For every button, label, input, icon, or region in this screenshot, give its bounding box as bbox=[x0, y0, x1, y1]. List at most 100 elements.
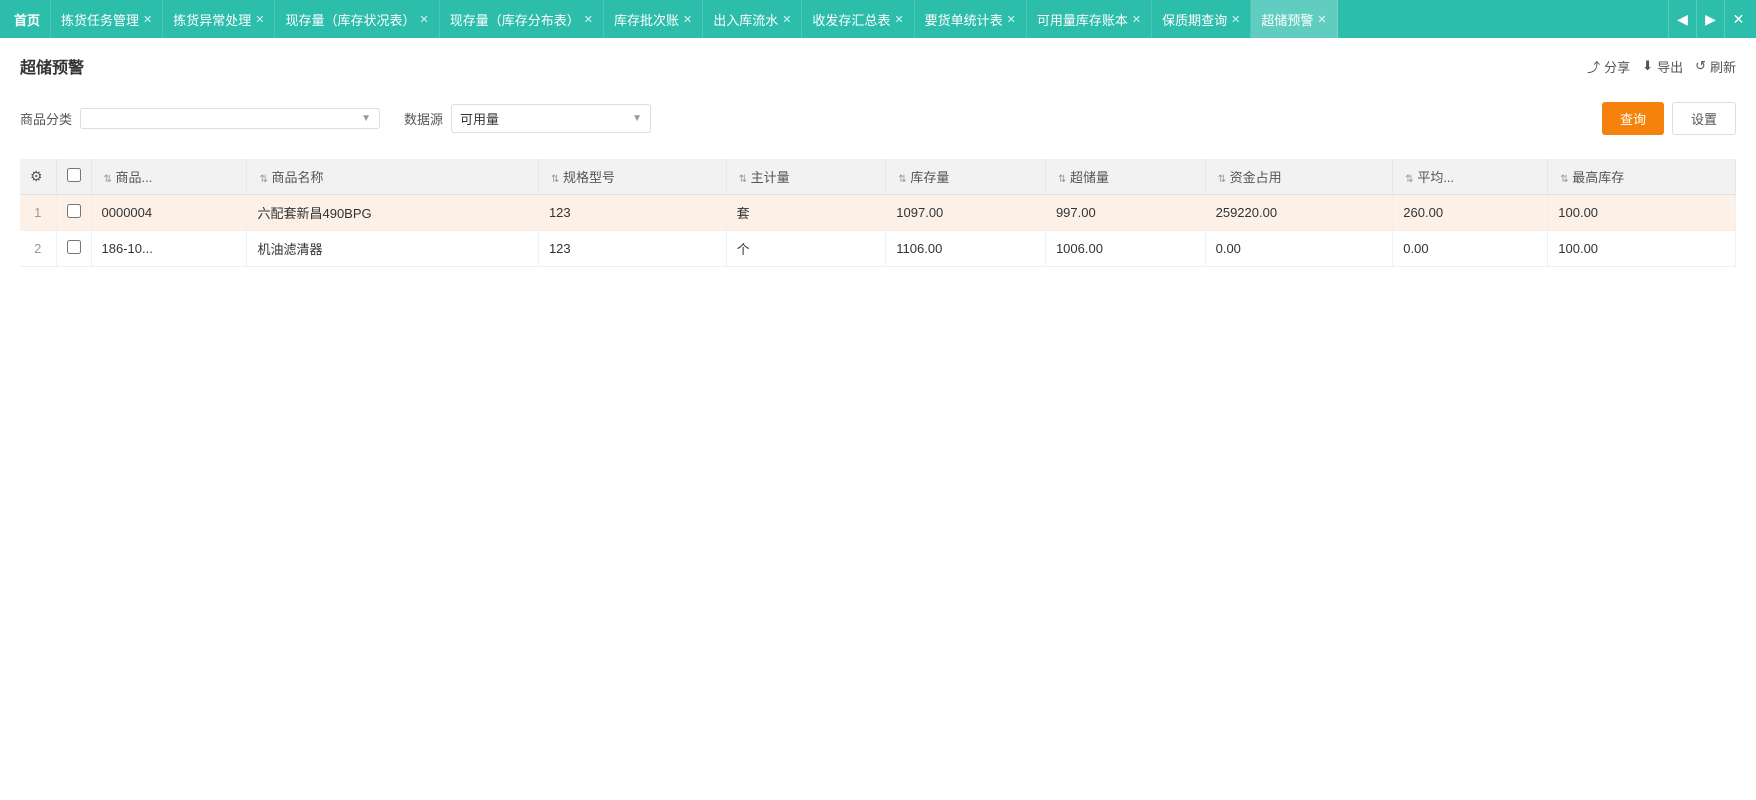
row-spec: 123 bbox=[538, 231, 726, 267]
category-chevron-icon: ▼ bbox=[361, 113, 371, 124]
nav-item-home[interactable]: 首页 bbox=[4, 0, 51, 38]
sort-icon: ⇅ bbox=[1218, 174, 1226, 185]
page-title: 超储预警 bbox=[20, 54, 84, 78]
row-max-stock: 100.00 bbox=[1548, 231, 1736, 267]
row-spec: 123 bbox=[538, 195, 726, 231]
row-avg: 0.00 bbox=[1393, 231, 1548, 267]
nav-close-arrow[interactable]: ✕ bbox=[1724, 0, 1752, 38]
sort-icon: ⇅ bbox=[259, 174, 267, 185]
row-product-name: 机油滤清器 bbox=[247, 231, 538, 267]
page-content: 超储预警 ⤴ 分享 ⬇ 导出 ↺ 刷新 商品分类 ▼ 数据源 bbox=[0, 38, 1756, 800]
close-recv-send[interactable]: ✕ bbox=[894, 13, 903, 26]
query-button[interactable]: 查询 bbox=[1602, 102, 1664, 135]
row-checkbox[interactable] bbox=[67, 240, 81, 254]
row-product-code: 186-10... bbox=[91, 231, 247, 267]
data-table: ⚙ ⇅ 商品... ⇅ 商品名称 ⇅ 规格型号 ⇅ bbox=[20, 159, 1736, 267]
table-header-settings[interactable]: ⚙ bbox=[20, 159, 56, 195]
nav-arrows: ◀ ▶ ✕ bbox=[1668, 0, 1752, 38]
header-actions: ⤴ 分享 ⬇ 导出 ↺ 刷新 bbox=[1587, 57, 1736, 76]
close-task-mgmt[interactable]: ✕ bbox=[143, 13, 152, 26]
nav-item-task-mgmt[interactable]: 拣货任务管理 ✕ bbox=[51, 0, 163, 38]
nav-item-available-inv[interactable]: 可用量库存账本 ✕ bbox=[1027, 0, 1152, 38]
row-checkbox-cell[interactable] bbox=[56, 231, 91, 267]
row-unit: 个 bbox=[726, 231, 886, 267]
filter-actions: 查询 设置 bbox=[1602, 102, 1736, 135]
nav-item-overstock-warning[interactable]: 超储预警 ✕ bbox=[1251, 0, 1337, 38]
nav-item-inventory-dist[interactable]: 现存量（库存分布表） ✕ bbox=[440, 0, 604, 38]
table-header-checkbox[interactable] bbox=[56, 159, 91, 195]
table-header-avg[interactable]: ⇅ 平均... bbox=[1393, 159, 1548, 195]
row-avg: 260.00 bbox=[1393, 195, 1548, 231]
sort-icon: ⇅ bbox=[898, 174, 906, 185]
sort-icon: ⇅ bbox=[1058, 174, 1066, 185]
row-product-name: 六配套新昌490BPG bbox=[247, 195, 538, 231]
refresh-button[interactable]: ↺ 刷新 bbox=[1695, 57, 1736, 76]
close-batch[interactable]: ✕ bbox=[683, 13, 692, 26]
row-checkbox-cell[interactable] bbox=[56, 195, 91, 231]
share-button[interactable]: ⤴ 分享 bbox=[1587, 57, 1630, 76]
close-inout-flow[interactable]: ✕ bbox=[782, 13, 791, 26]
nav-item-batch[interactable]: 库存批次账 ✕ bbox=[604, 0, 703, 38]
settings-button[interactable]: 设置 bbox=[1672, 102, 1736, 135]
sort-icon: ⇅ bbox=[739, 174, 747, 185]
gear-icon[interactable]: ⚙ bbox=[30, 168, 43, 184]
table-header-overstock[interactable]: ⇅ 超储量 bbox=[1045, 159, 1205, 195]
close-order-stats[interactable]: ✕ bbox=[1007, 13, 1016, 26]
table-row: 1 0000004 六配套新昌490BPG 123 套 1097.00 997.… bbox=[20, 195, 1736, 231]
nav-item-expiry[interactable]: 保质期查询 ✕ bbox=[1152, 0, 1251, 38]
close-available-inv[interactable]: ✕ bbox=[1132, 13, 1141, 26]
top-nav: 首页 拣货任务管理 ✕ 拣货异常处理 ✕ 现存量（库存状况表） ✕ 现存量（库存… bbox=[0, 0, 1756, 38]
row-max-stock: 100.00 bbox=[1548, 195, 1736, 231]
table-row: 2 186-10... 机油滤清器 123 个 1106.00 1006.00 … bbox=[20, 231, 1736, 267]
category-filter: 商品分类 ▼ bbox=[20, 108, 380, 129]
datasource-chevron-icon: ▼ bbox=[632, 113, 642, 124]
sort-icon: ⇅ bbox=[104, 174, 112, 185]
nav-right-arrow[interactable]: ▶ bbox=[1696, 0, 1724, 38]
page-header: 超储预警 ⤴ 分享 ⬇ 导出 ↺ 刷新 bbox=[20, 54, 1736, 78]
table-header-row: ⚙ ⇅ 商品... ⇅ 商品名称 ⇅ 规格型号 ⇅ bbox=[20, 159, 1736, 195]
nav-item-inout-flow[interactable]: 出入库流水 ✕ bbox=[703, 0, 802, 38]
export-button[interactable]: ⬇ 导出 bbox=[1642, 57, 1683, 76]
table-header-product-code[interactable]: ⇅ 商品... bbox=[91, 159, 247, 195]
table-header-spec[interactable]: ⇅ 规格型号 bbox=[538, 159, 726, 195]
datasource-filter: 数据源 可用量 ▼ bbox=[404, 104, 651, 133]
table-header-capital[interactable]: ⇅ 资金占用 bbox=[1205, 159, 1393, 195]
refresh-icon: ↺ bbox=[1695, 58, 1706, 74]
select-all-checkbox[interactable] bbox=[67, 168, 81, 182]
sort-icon: ⇅ bbox=[1405, 174, 1413, 185]
row-capital: 0.00 bbox=[1205, 231, 1393, 267]
row-number: 2 bbox=[20, 231, 56, 267]
row-number: 1 bbox=[20, 195, 56, 231]
row-capital: 259220.00 bbox=[1205, 195, 1393, 231]
category-label: 商品分类 bbox=[20, 109, 72, 128]
share-icon: ⤴ bbox=[1587, 57, 1600, 76]
category-select[interactable]: ▼ bbox=[80, 108, 380, 129]
datasource-label: 数据源 bbox=[404, 109, 443, 128]
sort-icon: ⇅ bbox=[1560, 174, 1568, 185]
row-checkbox[interactable] bbox=[67, 204, 81, 218]
sort-icon: ⇅ bbox=[551, 174, 559, 185]
row-stock: 1106.00 bbox=[886, 231, 1046, 267]
datasource-select-value: 可用量 bbox=[460, 109, 499, 128]
row-stock: 1097.00 bbox=[886, 195, 1046, 231]
datasource-select[interactable]: 可用量 ▼ bbox=[451, 104, 651, 133]
export-icon: ⬇ bbox=[1642, 58, 1653, 74]
table-header-max-stock[interactable]: ⇅ 最高库存 bbox=[1548, 159, 1736, 195]
close-abnormal[interactable]: ✕ bbox=[255, 13, 264, 26]
nav-item-abnormal[interactable]: 拣货异常处理 ✕ bbox=[163, 0, 275, 38]
table-header-unit[interactable]: ⇅ 主计量 bbox=[726, 159, 886, 195]
nav-left-arrow[interactable]: ◀ bbox=[1668, 0, 1696, 38]
row-product-code: 0000004 bbox=[91, 195, 247, 231]
nav-item-recv-send[interactable]: 收发存汇总表 ✕ bbox=[802, 0, 914, 38]
row-overstock: 997.00 bbox=[1045, 195, 1205, 231]
row-overstock: 1006.00 bbox=[1045, 231, 1205, 267]
nav-item-inventory-status[interactable]: 现存量（库存状况表） ✕ bbox=[275, 0, 439, 38]
table-header-stock[interactable]: ⇅ 库存量 bbox=[886, 159, 1046, 195]
filter-area: 商品分类 ▼ 数据源 可用量 ▼ 查询 设置 bbox=[20, 94, 1736, 143]
close-inventory-status[interactable]: ✕ bbox=[420, 13, 429, 26]
close-overstock-warning[interactable]: ✕ bbox=[1317, 13, 1326, 26]
table-header-product-name[interactable]: ⇅ 商品名称 bbox=[247, 159, 538, 195]
nav-item-order-stats[interactable]: 要货单统计表 ✕ bbox=[915, 0, 1027, 38]
close-expiry[interactable]: ✕ bbox=[1231, 13, 1240, 26]
close-inventory-dist[interactable]: ✕ bbox=[584, 13, 593, 26]
